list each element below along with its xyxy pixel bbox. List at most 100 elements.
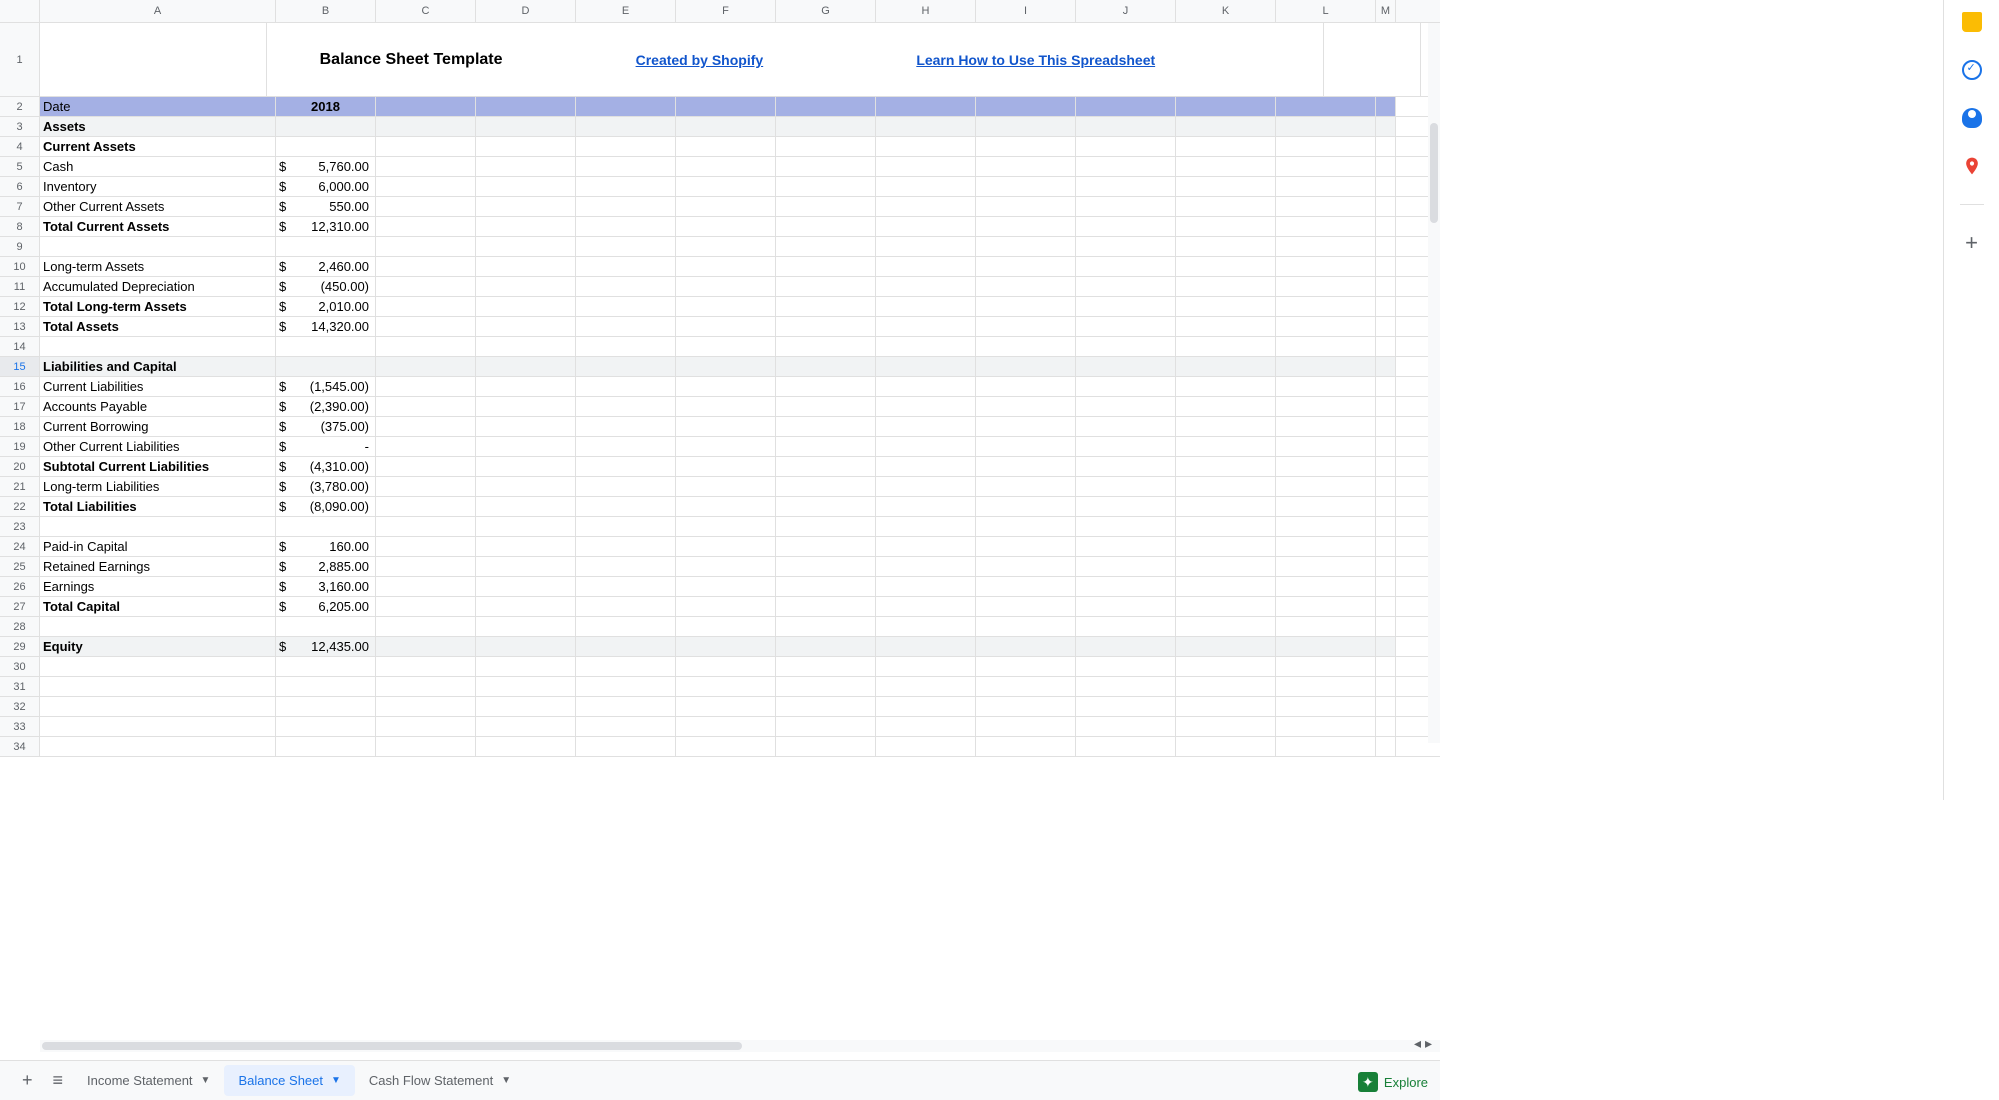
cell[interactable] <box>376 557 476 576</box>
cell[interactable] <box>576 237 676 256</box>
cell[interactable] <box>576 697 676 716</box>
cell[interactable] <box>776 497 876 516</box>
cell[interactable] <box>676 97 776 116</box>
row-header[interactable]: 4 <box>0 137 40 156</box>
cell[interactable] <box>876 617 976 636</box>
add-sheet-button[interactable]: + <box>12 1064 43 1097</box>
cell[interactable] <box>1076 517 1176 536</box>
cell[interactable] <box>576 717 676 736</box>
cell[interactable]: $6,205.00 <box>276 597 376 616</box>
cell[interactable] <box>976 737 1076 756</box>
cell[interactable] <box>1076 617 1176 636</box>
cell[interactable] <box>976 117 1076 136</box>
cell[interactable] <box>976 677 1076 696</box>
cell[interactable] <box>376 617 476 636</box>
cell[interactable] <box>776 297 876 316</box>
cell[interactable] <box>876 137 976 156</box>
cell[interactable] <box>676 537 776 556</box>
cell[interactable] <box>1076 137 1176 156</box>
cell[interactable] <box>1376 277 1396 296</box>
cell[interactable] <box>40 677 276 696</box>
cell[interactable] <box>676 177 776 196</box>
cell[interactable]: Paid-in Capital <box>40 537 276 556</box>
cell[interactable] <box>976 157 1076 176</box>
cell[interactable] <box>876 437 976 456</box>
cell[interactable]: $12,310.00 <box>276 217 376 236</box>
cell[interactable] <box>776 397 876 416</box>
cell[interactable]: Current Liabilities <box>40 377 276 396</box>
cell[interactable] <box>476 637 576 656</box>
cell[interactable] <box>1376 397 1396 416</box>
contacts-icon[interactable] <box>1962 108 1982 128</box>
cell[interactable] <box>576 737 676 756</box>
cell[interactable] <box>376 577 476 596</box>
cell[interactable] <box>1376 357 1396 376</box>
cell[interactable] <box>976 357 1076 376</box>
cell[interactable]: Retained Earnings <box>40 557 276 576</box>
cell[interactable] <box>1376 117 1396 136</box>
cell[interactable] <box>676 557 776 576</box>
cell[interactable] <box>1076 237 1176 256</box>
cell[interactable] <box>976 557 1076 576</box>
row-header[interactable]: 5 <box>0 157 40 176</box>
cell[interactable] <box>676 697 776 716</box>
cell[interactable] <box>876 257 976 276</box>
cell[interactable] <box>676 337 776 356</box>
cell[interactable] <box>476 557 576 576</box>
tab-balance-sheet[interactable]: Balance Sheet ▼ <box>224 1065 354 1096</box>
cell[interactable] <box>1376 97 1396 116</box>
row-header[interactable]: 2 <box>0 97 40 116</box>
cell[interactable]: Total Long-term Assets <box>40 297 276 316</box>
cell[interactable] <box>1376 257 1396 276</box>
cell[interactable] <box>476 597 576 616</box>
cell[interactable] <box>1176 337 1276 356</box>
row-header[interactable]: 8 <box>0 217 40 236</box>
cell[interactable] <box>676 457 776 476</box>
cell[interactable] <box>1076 117 1176 136</box>
cell[interactable] <box>776 657 876 676</box>
cell[interactable] <box>276 617 376 636</box>
cell[interactable] <box>976 97 1076 116</box>
cell[interactable] <box>776 117 876 136</box>
cell[interactable] <box>1176 437 1276 456</box>
cell[interactable] <box>476 117 576 136</box>
cell[interactable] <box>1176 237 1276 256</box>
cell[interactable] <box>1276 577 1376 596</box>
cell[interactable] <box>1176 357 1276 376</box>
cell[interactable] <box>1276 137 1376 156</box>
cell[interactable] <box>976 417 1076 436</box>
cell[interactable]: Other Current Assets <box>40 197 276 216</box>
row-header[interactable]: 14 <box>0 337 40 356</box>
cell[interactable] <box>876 597 976 616</box>
scroll-right-icon[interactable]: ▸ <box>1425 1035 1432 1052</box>
cell[interactable] <box>1076 597 1176 616</box>
cell[interactable] <box>1276 537 1376 556</box>
cell[interactable] <box>676 117 776 136</box>
cell[interactable] <box>676 577 776 596</box>
cell[interactable] <box>476 737 576 756</box>
cell[interactable] <box>1076 277 1176 296</box>
cell[interactable] <box>576 657 676 676</box>
cell[interactable] <box>976 337 1076 356</box>
col-header-H[interactable]: H <box>876 0 976 22</box>
cell[interactable] <box>1376 617 1396 636</box>
cell[interactable] <box>376 97 476 116</box>
row-header[interactable]: 10 <box>0 257 40 276</box>
cell[interactable] <box>876 517 976 536</box>
cell[interactable]: Cash <box>40 157 276 176</box>
cell[interactable] <box>976 697 1076 716</box>
row-header[interactable]: 28 <box>0 617 40 636</box>
scroll-left-icon[interactable]: ◂ <box>1414 1035 1421 1052</box>
cell[interactable] <box>1176 117 1276 136</box>
cell[interactable] <box>1376 677 1396 696</box>
cell[interactable] <box>876 737 976 756</box>
cell[interactable] <box>1376 237 1396 256</box>
col-header-G[interactable]: G <box>776 0 876 22</box>
maps-icon[interactable] <box>1962 156 1982 176</box>
cell[interactable] <box>676 357 776 376</box>
cell[interactable] <box>1376 157 1396 176</box>
cell[interactable] <box>1276 677 1376 696</box>
cell[interactable] <box>1276 477 1376 496</box>
col-header-L[interactable]: L <box>1276 0 1376 22</box>
row-header[interactable]: 1 <box>0 23 40 96</box>
